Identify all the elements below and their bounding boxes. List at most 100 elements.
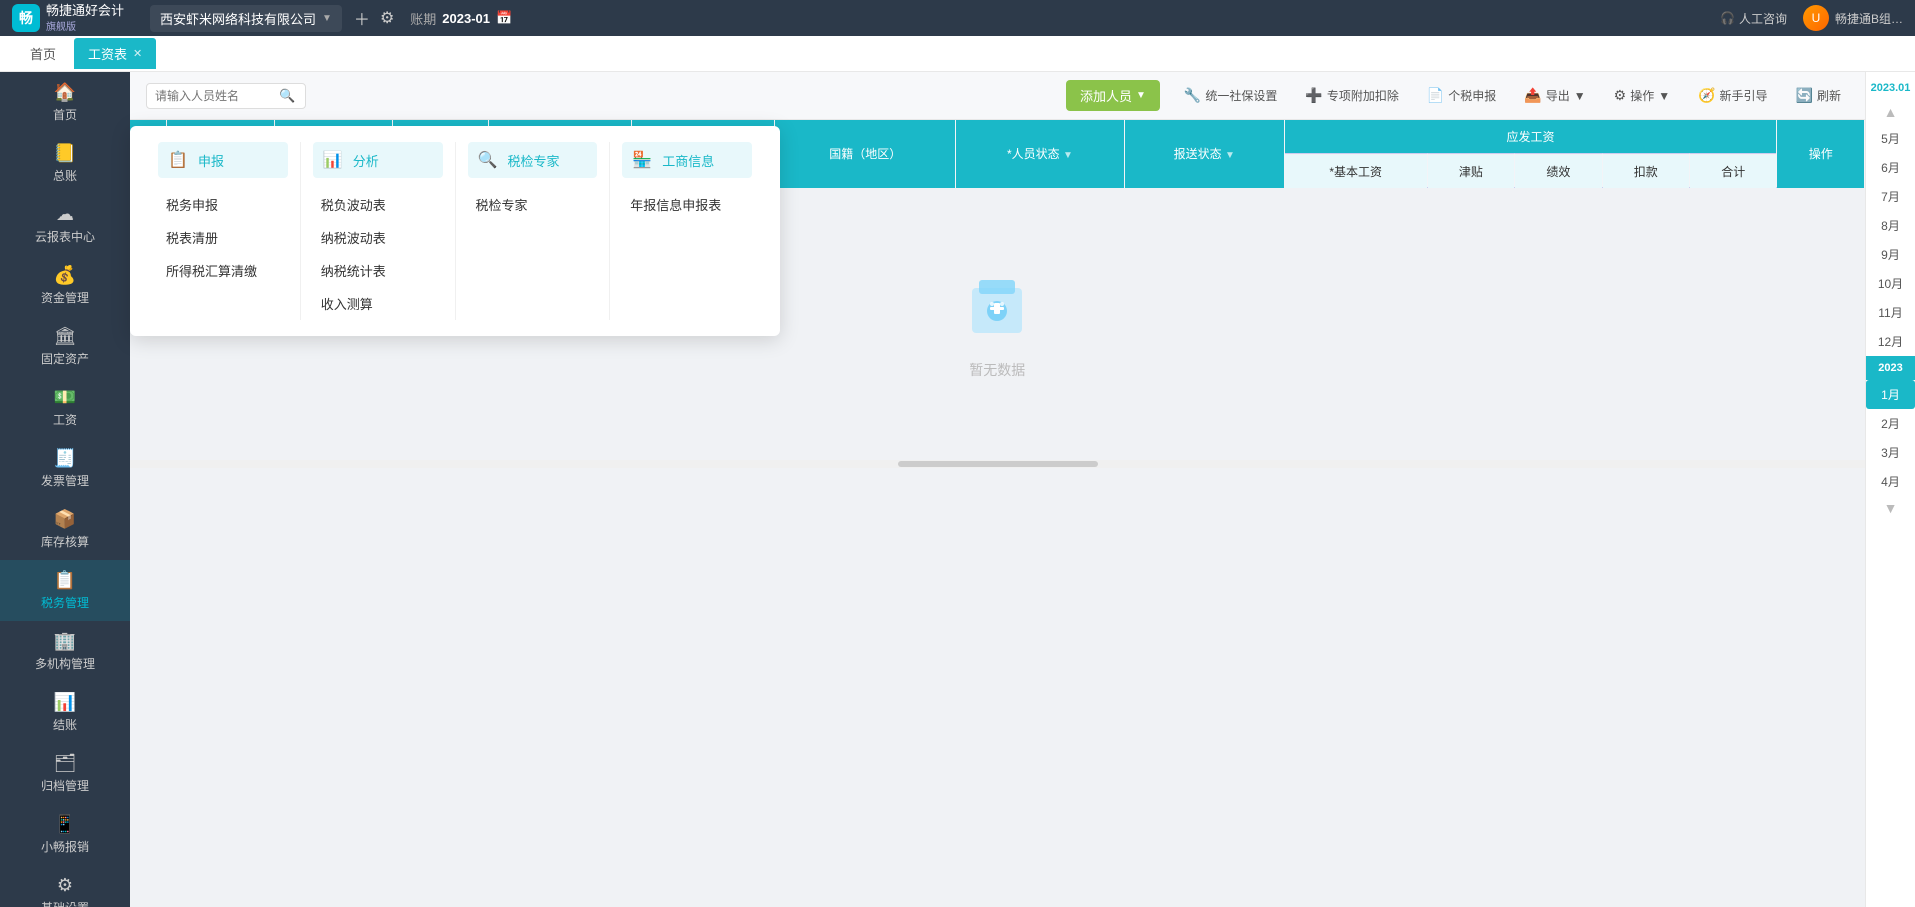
social-icon: 🔧 [1184, 87, 1201, 104]
tab-bar: 首页 工资表 ✕ [0, 36, 1915, 72]
sidebar-item-salary[interactable]: 💵 工资 [0, 377, 130, 438]
period-top-label: 2023.01 [1866, 76, 1915, 100]
logo-area: 畅 畅捷通好会计 旗舰版 [12, 3, 142, 34]
section-business-title: 工商信息 [662, 151, 714, 170]
month-12[interactable]: 12月 [1866, 327, 1915, 356]
horizontal-scrollbar[interactable] [130, 460, 1865, 468]
special-icon: ➕ [1305, 87, 1322, 104]
sidebar-item-multi[interactable]: 🏢 多机构管理 [0, 621, 130, 682]
refresh-icon: 🔄 [1796, 87, 1813, 104]
menu-pay-wave[interactable]: 纳税波动表 [313, 221, 443, 254]
export-btn[interactable]: 📤 导出 ▼ [1516, 83, 1593, 108]
company-dropdown-icon: ▼ [322, 13, 332, 24]
month-7[interactable]: 7月 [1866, 182, 1915, 211]
sidebar-item-close[interactable]: 📊 结账 [0, 682, 130, 743]
company-selector[interactable]: 西安虾米网络科技有限公司 ▼ [150, 5, 342, 32]
month-11[interactable]: 11月 [1866, 298, 1915, 327]
tab-salary[interactable]: 工资表 ✕ [74, 38, 156, 69]
top-bar: 畅 畅捷通好会计 旗舰版 西安虾米网络科技有限公司 ▼ ＋ ⚙ 账期 2023-… [0, 0, 1915, 36]
sidebar-item-cloud[interactable]: ☁ 云报表中心 [0, 194, 130, 255]
filter-status-icon[interactable]: ▼ [1063, 150, 1073, 161]
app-name: 畅捷通好会计 [46, 3, 124, 19]
asset-icon: 🏛 [54, 326, 77, 347]
menu-tax-table[interactable]: 税表清册 [158, 221, 288, 254]
scroll-thumb[interactable] [898, 461, 1098, 467]
section-business-header: 🏪 工商信息 [622, 142, 752, 178]
month-9[interactable]: 9月 [1866, 240, 1915, 269]
tax-menu-popup: 📋 申报 税务申报 税表清册 所得税汇算清缴 📊 分析 税负波动表 纳税波动表 … [130, 126, 780, 336]
sidebar-item-inventory[interactable]: 📦 库存核算 [0, 499, 130, 560]
user-avatar[interactable]: U 畅捷通B组… [1803, 5, 1903, 31]
dropdown-sections: 📋 申报 税务申报 税表清册 所得税汇算清缴 📊 分析 税负波动表 纳税波动表 … [130, 126, 780, 336]
period-label: 账期 [410, 9, 436, 28]
logo-icon: 畅 [12, 4, 40, 32]
month-4[interactable]: 4月 [1866, 467, 1915, 496]
settings-icon[interactable]: ⚙ [380, 8, 394, 28]
section-declaration-title: 申报 [198, 151, 224, 170]
add-company-btn[interactable]: ＋ [354, 6, 370, 30]
month-5[interactable]: 5月 [1866, 124, 1915, 153]
service-btn[interactable]: 🎧 人工咨询 [1720, 10, 1787, 27]
sidebar-item-invoice[interactable]: 🧾 发票管理 [0, 438, 130, 499]
calendar-icon[interactable]: 📅 [496, 10, 512, 26]
section-expert-title: 税检专家 [508, 151, 560, 170]
tab-salary-close[interactable]: ✕ [133, 47, 142, 60]
tax-icon: 📋 [54, 570, 76, 591]
xiaochang-icon: 📱 [54, 814, 76, 835]
sidebar-item-ledger[interactable]: 📒 总账 [0, 133, 130, 194]
month-3[interactable]: 3月 [1866, 438, 1915, 467]
sidebar-item-asset[interactable]: 🏛 固定资产 [0, 316, 130, 377]
empty-icon [957, 268, 1037, 348]
tax-return-btn[interactable]: 📄 个税申报 [1419, 83, 1504, 108]
sidebar-item-home[interactable]: 🏠 首页 [0, 72, 130, 133]
expert-icon: 🔍 [476, 148, 500, 172]
panel-up-btn[interactable]: ▲ [1880, 100, 1902, 124]
operate-arrow-icon: ▼ [1658, 89, 1670, 103]
sidebar-item-archive[interactable]: 🗂 归档管理 [0, 743, 130, 804]
export-arrow-icon: ▼ [1574, 89, 1586, 103]
special-deduction-btn[interactable]: ➕ 专项附加扣除 [1297, 83, 1406, 108]
sidebar-item-fund[interactable]: 💰 资金管理 [0, 255, 130, 316]
month-6[interactable]: 6月 [1866, 153, 1915, 182]
basic-icon: ⚙ [57, 875, 73, 896]
search-input[interactable] [155, 89, 275, 103]
sidebar-item-xiaochang[interactable]: 📱 小畅报销 [0, 804, 130, 865]
refresh-btn[interactable]: 🔄 刷新 [1788, 83, 1849, 108]
tab-home[interactable]: 首页 [16, 38, 70, 69]
tab-home-label: 首页 [30, 44, 56, 63]
tab-salary-label: 工资表 [88, 44, 127, 63]
panel-down-btn[interactable]: ▼ [1880, 496, 1902, 520]
app-edition: 旗舰版 [46, 18, 124, 33]
month-2[interactable]: 2月 [1866, 409, 1915, 438]
menu-annual-report[interactable]: 年报信息申报表 [622, 188, 752, 221]
add-person-button[interactable]: 添加人员 ▼ [1066, 80, 1160, 111]
menu-income-calc[interactable]: 所得税汇算清缴 [158, 254, 288, 287]
sidebar-item-tax[interactable]: 📋 税务管理 [0, 560, 130, 621]
invoice-icon: 🧾 [54, 448, 76, 469]
multi-icon: 🏢 [54, 631, 76, 652]
menu-tax-stat[interactable]: 纳税统计表 [313, 254, 443, 287]
period-value: 2023-01 [442, 11, 490, 26]
add-person-arrow-icon: ▼ [1136, 90, 1146, 101]
social-insurance-btn[interactable]: 🔧 统一社保设置 [1176, 83, 1285, 108]
month-10[interactable]: 10月 [1866, 269, 1915, 298]
user-name: 畅捷通B组… [1835, 10, 1903, 27]
operate-btn[interactable]: ⚙ 操作 ▼ [1606, 83, 1678, 108]
menu-income-est[interactable]: 收入测算 [313, 287, 443, 320]
tax-return-icon: 📄 [1427, 87, 1444, 104]
analysis-icon: 📊 [321, 148, 345, 172]
fund-icon: 💰 [54, 265, 76, 286]
col-region: 国籍（地区） [775, 120, 956, 188]
newbie-guide-btn[interactable]: 🧭 新手引导 [1690, 83, 1775, 108]
menu-tax-expert[interactable]: 税检专家 [468, 188, 598, 221]
section-analysis-header: 📊 分析 [313, 142, 443, 178]
menu-tax-wave[interactable]: 税负波动表 [313, 188, 443, 221]
search-box: 🔍 [146, 83, 306, 109]
filter-report-icon[interactable]: ▼ [1225, 150, 1235, 161]
section-declaration: 📋 申报 税务申报 税表清册 所得税汇算清缴 [146, 142, 301, 320]
period-area: 账期 2023-01 📅 [410, 9, 512, 28]
month-8[interactable]: 8月 [1866, 211, 1915, 240]
month-1[interactable]: 1月 [1866, 380, 1915, 409]
menu-tax-declare[interactable]: 税务申报 [158, 188, 288, 221]
sidebar-item-basic[interactable]: ⚙ 基础设置 [0, 865, 130, 907]
